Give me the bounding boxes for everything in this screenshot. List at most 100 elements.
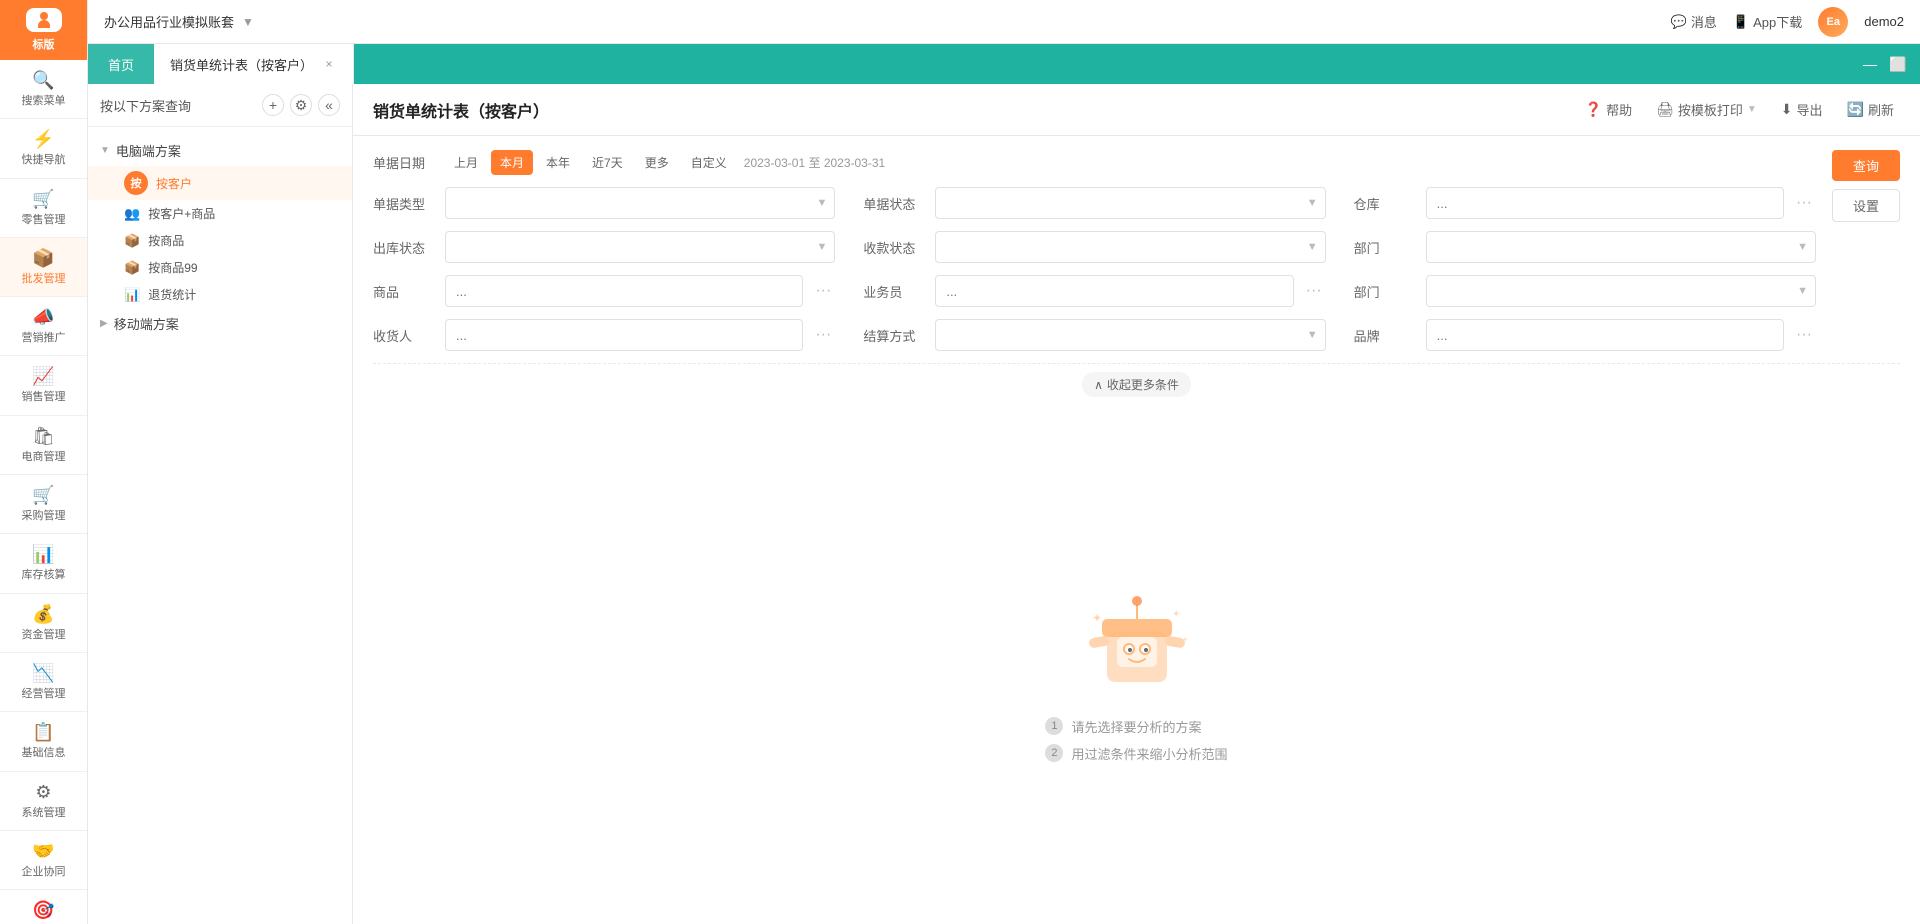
- tabbar: 首页 销货单统计表（按客户） × — ⬜: [88, 44, 1920, 84]
- date-control: 上月 本月 本年 近7天 更多 自定义 2023-03-01 至 2023-03…: [445, 150, 1816, 175]
- sidebar-item-newbie[interactable]: 🎯 新手引导: [0, 890, 87, 924]
- add-scheme-btn[interactable]: +: [262, 94, 284, 116]
- sidebar-item-retail[interactable]: 🛒 零售管理: [0, 179, 87, 238]
- warehouse-input[interactable]: [1426, 187, 1784, 219]
- tab-spacer: [354, 44, 1848, 84]
- date-pill-this-month[interactable]: 本月: [491, 150, 533, 175]
- date-pill-last-7[interactable]: 近7天: [583, 150, 632, 175]
- filter-row-date: 单据日期 上月 本月 本年 近7天 更多 自定义 2023-03-01 至 20…: [373, 150, 1816, 175]
- sidebar-item-finance[interactable]: 💰 资金管理: [0, 594, 87, 653]
- product-control: ···: [445, 275, 835, 307]
- consignee-label: 收货人: [373, 326, 433, 345]
- sidebar-item-search[interactable]: 🔍 搜索菜单: [0, 60, 87, 119]
- order-type-select-wrapper: ▼: [445, 187, 835, 219]
- page-content: 按以下方案查询 + ⚙ « ▼ 电脑端方案: [88, 84, 1920, 924]
- collapse-row: ∧ 收起更多条件: [373, 363, 1900, 401]
- date-pill-more[interactable]: 更多: [636, 150, 678, 175]
- receipt-status-select[interactable]: [935, 231, 1325, 263]
- department-label2: 部门: [1354, 282, 1414, 301]
- sidebar-item-quick-nav[interactable]: ⚡ 快捷导航: [0, 119, 87, 178]
- collapse-btn[interactable]: ∧ 收起更多条件: [1082, 372, 1191, 397]
- app-logo: 标版: [0, 0, 88, 60]
- tree-mobile-section[interactable]: ▶ 移动端方案: [88, 308, 352, 339]
- header-actions: ❓ 帮助 🖨 按模板打印 ▼ ⬇ 导出 🔄: [1579, 96, 1900, 123]
- product-input[interactable]: [445, 275, 803, 307]
- settlement-select[interactable]: [935, 319, 1325, 351]
- sidebar-item-sales[interactable]: 📈 销售管理: [0, 356, 87, 415]
- maximize-btn[interactable]: ⬜: [1888, 54, 1908, 74]
- sidebar-item-ecommerce[interactable]: 🛍 电商管理: [0, 416, 87, 475]
- minimize-btn[interactable]: —: [1860, 54, 1880, 74]
- product99-icon: 📦: [124, 260, 140, 276]
- order-type-label: 单据类型: [373, 194, 433, 213]
- tree-item-by-customer[interactable]: 按 按客户: [88, 166, 352, 200]
- sidebar-item-system[interactable]: ⚙ 系统管理: [0, 772, 87, 831]
- user-name[interactable]: demo2: [1864, 14, 1904, 29]
- quick-nav-icon: ⚡: [32, 129, 54, 150]
- messages-btn[interactable]: 💬 消息: [1671, 12, 1717, 31]
- date-pills: 上月 本月 本年 近7天 更多 自定义 2023-03-01 至 2023-03…: [445, 150, 885, 175]
- consignee-more-icon[interactable]: ···: [811, 326, 835, 344]
- order-status-select[interactable]: [935, 187, 1325, 219]
- tree-item-by-product[interactable]: 📦 按商品: [88, 227, 352, 254]
- sidebar-item-marketing[interactable]: 📣 营销推广: [0, 297, 87, 356]
- topbar: 办公用品行业模拟账套 ▼ 💬 消息 📱 App下载 Ea demo2: [88, 0, 1920, 44]
- out-status-select[interactable]: [445, 231, 835, 263]
- left-panel-title: 按以下方案查询: [100, 96, 191, 115]
- collapse-panel-btn[interactable]: «: [318, 94, 340, 116]
- date-pill-this-year[interactable]: 本年: [537, 150, 579, 175]
- chevron-up-icon: ∧: [1094, 378, 1103, 392]
- sidebar-item-operation[interactable]: 📉 经营管理: [0, 653, 87, 712]
- export-btn[interactable]: ⬇ 导出: [1775, 96, 1829, 123]
- brand-more-icon[interactable]: ···: [1792, 326, 1816, 344]
- settings-scheme-btn[interactable]: ⚙: [290, 94, 312, 116]
- download-icon: 📱: [1733, 14, 1749, 30]
- sidebar-item-purchase[interactable]: 🛒 采购管理: [0, 475, 87, 534]
- tree-item-refund-stats[interactable]: 📊 退货统计: [88, 281, 352, 308]
- staff-input[interactable]: [935, 275, 1293, 307]
- app-download-btn[interactable]: 📱 App下载: [1733, 12, 1802, 31]
- topbar-title: 办公用品行业模拟账套: [104, 12, 234, 31]
- department-select[interactable]: [1426, 231, 1816, 263]
- staff-more-icon[interactable]: ···: [1302, 282, 1326, 300]
- tab-close-icon[interactable]: ×: [321, 56, 337, 72]
- print-dropdown-icon[interactable]: ▼: [1747, 104, 1757, 115]
- query-buttons: 查询 设置: [1832, 150, 1900, 222]
- empty-illustration: ✦ ✦ ✦: [1077, 577, 1197, 697]
- tree-item-by-product-99[interactable]: 📦 按商品99: [88, 254, 352, 281]
- svg-text:✦: ✦: [1172, 609, 1180, 620]
- print-btn[interactable]: 🖨 按模板打印 ▼: [1650, 96, 1763, 123]
- topbar-dropdown-icon[interactable]: ▼: [242, 15, 254, 29]
- refresh-btn[interactable]: 🔄 刷新: [1841, 96, 1900, 123]
- help-btn[interactable]: ❓ 帮助: [1579, 96, 1638, 123]
- department-select-wrapper2: ▼: [1426, 275, 1816, 307]
- consignee-input[interactable]: [445, 319, 803, 351]
- date-label: 单据日期: [373, 153, 433, 172]
- date-pill-custom[interactable]: 自定义: [682, 150, 736, 175]
- page-header-top: 销货单统计表（按客户） ❓ 帮助 🖨 按模板打印 ▼ ⬇: [373, 96, 1900, 123]
- warehouse-more-icon[interactable]: ···: [1792, 194, 1816, 212]
- sidebar-item-enterprise[interactable]: 🤝 企业协同: [0, 831, 87, 890]
- tree-item-by-customer-product[interactable]: 👥 按客户+商品: [88, 200, 352, 227]
- date-pill-last-month[interactable]: 上月: [445, 150, 487, 175]
- department-select-wrapper: ▼: [1426, 231, 1816, 263]
- product-more-icon[interactable]: ···: [811, 282, 835, 300]
- staff-label: 业务员: [863, 282, 923, 301]
- topbar-right: 💬 消息 📱 App下载 Ea demo2: [1671, 7, 1904, 37]
- settlement-label: 结算方式: [863, 326, 923, 345]
- tab-sales-stats[interactable]: 销货单统计表（按客户） ×: [154, 44, 354, 84]
- sidebar-item-inventory[interactable]: 📊 库存核算: [0, 534, 87, 593]
- order-type-select[interactable]: [445, 187, 835, 219]
- sidebar-item-wholesale[interactable]: 📦 批发管理: [0, 238, 87, 297]
- date-range-text: 2023-03-01 至 2023-03-31: [744, 154, 885, 171]
- avatar[interactable]: Ea: [1818, 7, 1848, 37]
- left-panel-header: 按以下方案查询 + ⚙ «: [88, 84, 352, 127]
- query-btn[interactable]: 查询: [1832, 150, 1900, 181]
- settings-btn[interactable]: 设置: [1832, 189, 1900, 222]
- tree-desktop-section[interactable]: ▼ 电脑端方案: [88, 135, 352, 166]
- tab-home[interactable]: 首页: [88, 44, 154, 84]
- chevron-down-icon: ▼: [100, 145, 110, 156]
- sidebar-item-basic[interactable]: 📋 基础信息: [0, 712, 87, 771]
- department-select2[interactable]: [1426, 275, 1816, 307]
- brand-input[interactable]: [1426, 319, 1784, 351]
